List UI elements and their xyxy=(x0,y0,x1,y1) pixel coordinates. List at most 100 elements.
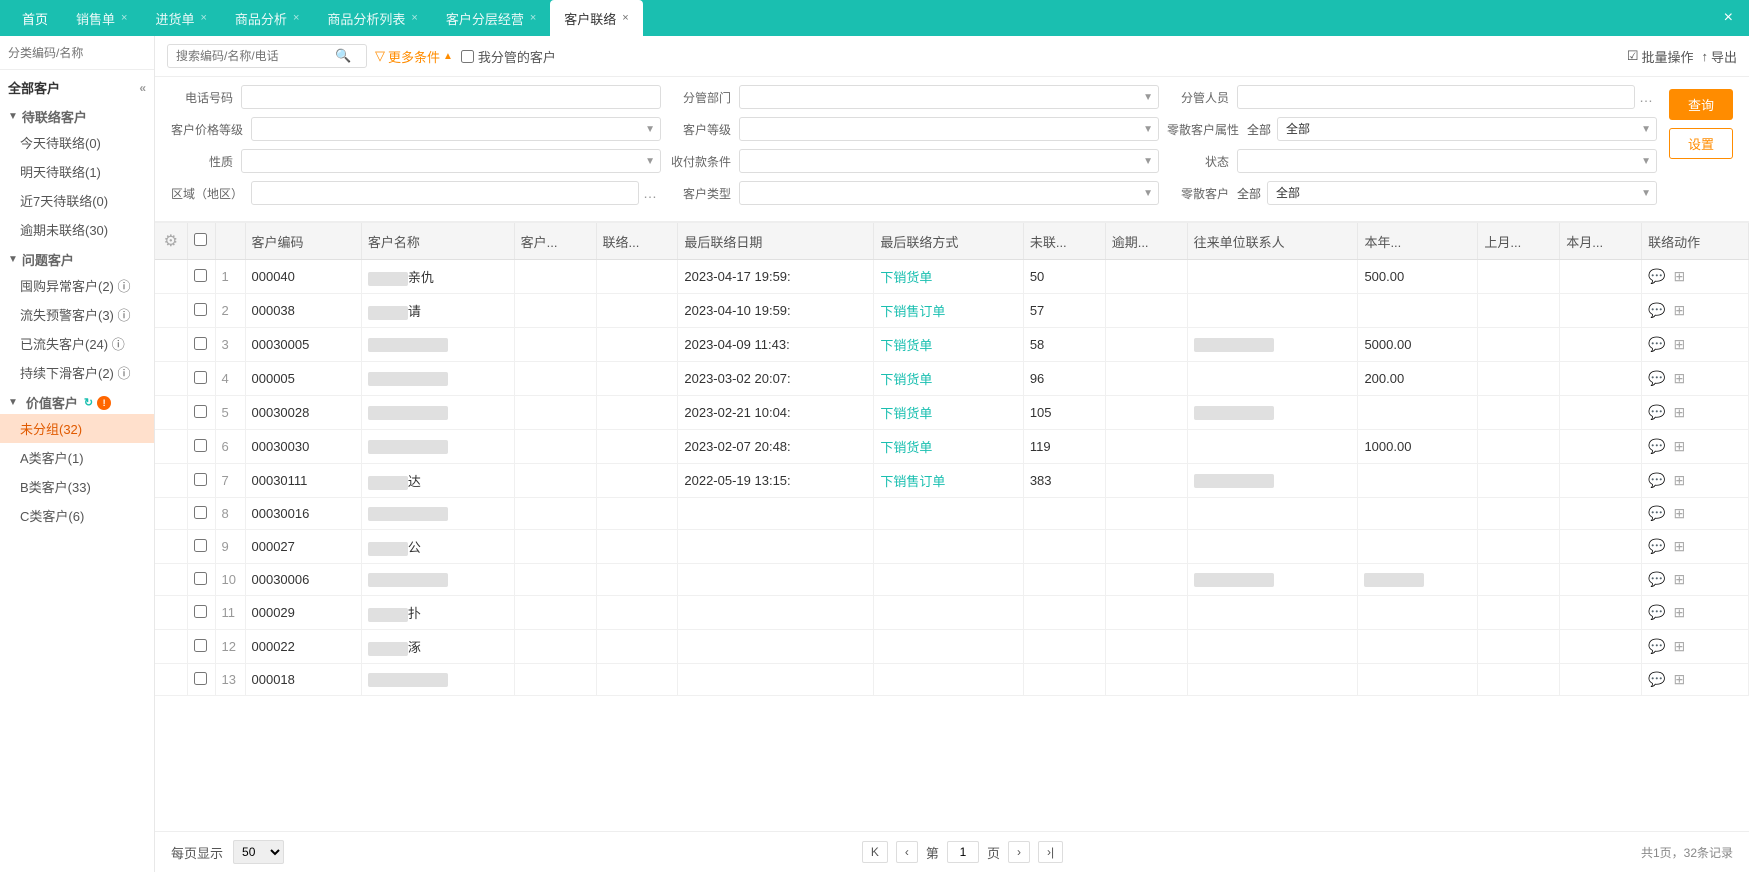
chat-icon[interactable]: 💬 xyxy=(1648,336,1665,353)
row-checkbox[interactable] xyxy=(194,539,207,552)
col-code[interactable]: 客户编码 xyxy=(245,223,361,260)
row-checkbox[interactable] xyxy=(194,473,207,486)
method-link[interactable]: 下销货单 xyxy=(880,406,932,421)
tab-customer-seg[interactable]: 客户分层经营 × xyxy=(432,0,550,36)
sidebar-item-ungroup[interactable]: 未分组(32) xyxy=(0,414,154,443)
retail-cust-select[interactable]: 全部 xyxy=(1267,181,1657,205)
grid-icon[interactable]: ⊞ xyxy=(1674,671,1686,688)
method-link[interactable]: 下销货单 xyxy=(880,372,932,387)
per-page-select[interactable]: 50 100 200 xyxy=(233,840,284,864)
chat-icon[interactable]: 💬 xyxy=(1648,268,1665,285)
tab-purchase[interactable]: 进货单 × xyxy=(141,0,220,36)
chat-icon[interactable]: 💬 xyxy=(1648,638,1665,655)
last-page-btn[interactable]: ›| xyxy=(1038,841,1063,863)
col-last-method[interactable]: 最后联络方式 xyxy=(874,223,1024,260)
sidebar-item-declining[interactable]: 持续下滑客户(2) ⓘ xyxy=(0,358,154,387)
gear-icon[interactable]: ⚙ xyxy=(164,233,178,250)
sidebar-item-today[interactable]: 今天待联络(0) xyxy=(0,128,154,157)
method-link[interactable]: 下销货单 xyxy=(880,440,932,455)
home-tab[interactable]: 首页 xyxy=(8,0,62,36)
grid-icon[interactable]: ⊞ xyxy=(1674,472,1686,489)
tab-sales[interactable]: 销售单 × xyxy=(62,0,141,36)
price-level-select[interactable] xyxy=(251,117,661,141)
col-contact[interactable]: 联络... xyxy=(596,223,678,260)
close-customer-seg-icon[interactable]: × xyxy=(530,12,536,24)
more-conditions-btn[interactable]: ▽ 更多条件 ▲ xyxy=(375,47,453,66)
grid-icon[interactable]: ⊞ xyxy=(1674,370,1686,387)
col-cust-type[interactable]: 客户... xyxy=(514,223,596,260)
first-page-btn[interactable]: K xyxy=(862,841,888,863)
sidebar-item-tomorrow[interactable]: 明天待联络(1) xyxy=(0,157,154,186)
close-customer-contact-icon[interactable]: × xyxy=(622,12,628,24)
close-product-analysis-icon[interactable]: × xyxy=(293,12,299,24)
sidebar-item-overdue[interactable]: 逾期未联络(30) xyxy=(0,215,154,244)
col-no-contact[interactable]: 未联... xyxy=(1023,223,1105,260)
grid-icon[interactable]: ⊞ xyxy=(1674,538,1686,555)
next-page-btn[interactable]: › xyxy=(1008,841,1030,863)
col-this-month[interactable]: 本月... xyxy=(1560,223,1642,260)
tab-customer-contact[interactable]: 客户联络 × xyxy=(550,0,642,36)
chat-icon[interactable]: 💬 xyxy=(1648,571,1665,588)
all-customers-header[interactable]: 全部客户 « xyxy=(0,70,154,101)
grid-icon[interactable]: ⊞ xyxy=(1674,404,1686,421)
my-customers-checkbox-label[interactable]: 我分管的客户 xyxy=(461,47,556,66)
chat-icon[interactable]: 💬 xyxy=(1648,302,1665,319)
chat-icon[interactable]: 💬 xyxy=(1648,438,1665,455)
method-link[interactable]: 下销货单 xyxy=(880,270,932,285)
person-dots[interactable]: … xyxy=(1635,89,1657,105)
close-product-analysis-list-icon[interactable]: × xyxy=(411,12,417,24)
method-link[interactable]: 下销售订单 xyxy=(880,304,945,319)
col-unit-contact[interactable]: 往来单位联系人 xyxy=(1187,223,1358,260)
row-checkbox[interactable] xyxy=(194,371,207,384)
my-customers-checkbox[interactable] xyxy=(461,50,474,63)
retail-attr-select[interactable]: 全部 xyxy=(1277,117,1657,141)
value-customer-group[interactable]: ▼ 价值客户 ↻ ! xyxy=(0,387,154,414)
cust-level-select[interactable] xyxy=(739,117,1159,141)
payment-select[interactable] xyxy=(739,149,1159,173)
problem-customer-group[interactable]: ▼ 问题客户 xyxy=(0,244,154,271)
nature-select[interactable] xyxy=(241,149,661,173)
chat-icon[interactable]: 💬 xyxy=(1648,604,1665,621)
method-link[interactable]: 下销售订单 xyxy=(880,474,945,489)
row-checkbox[interactable] xyxy=(194,672,207,685)
region-input[interactable] xyxy=(251,181,639,205)
tab-product-analysis-list[interactable]: 商品分析列表 × xyxy=(313,0,431,36)
sidebar-item-abnormal[interactable]: 囤购异常客户(2) ⓘ xyxy=(0,271,154,300)
chat-icon[interactable]: 💬 xyxy=(1648,538,1665,555)
sidebar-item-b-class[interactable]: B类客户(33) xyxy=(0,472,154,501)
col-settings[interactable]: ⚙ xyxy=(155,223,187,260)
region-dots[interactable]: … xyxy=(639,185,661,201)
row-checkbox[interactable] xyxy=(194,439,207,452)
sidebar-item-a-class[interactable]: A类客户(1) xyxy=(0,443,154,472)
page-input[interactable] xyxy=(947,841,979,863)
query-button[interactable]: 查询 xyxy=(1669,89,1733,120)
close-sales-icon[interactable]: × xyxy=(121,12,127,24)
col-name[interactable]: 客户名称 xyxy=(361,223,514,260)
grid-icon[interactable]: ⊞ xyxy=(1674,302,1686,319)
close-all-button[interactable]: × xyxy=(1716,9,1741,27)
row-checkbox[interactable] xyxy=(194,605,207,618)
row-checkbox[interactable] xyxy=(194,572,207,585)
collapse-icon[interactable]: « xyxy=(139,81,146,95)
export-btn[interactable]: ↑ 导出 xyxy=(1701,47,1737,66)
row-checkbox[interactable] xyxy=(194,405,207,418)
chat-icon[interactable]: 💬 xyxy=(1648,370,1665,387)
dept-select[interactable] xyxy=(739,85,1159,109)
reset-button[interactable]: 设置 xyxy=(1669,128,1733,159)
row-checkbox[interactable] xyxy=(194,506,207,519)
select-all-checkbox[interactable] xyxy=(194,233,207,246)
row-checkbox[interactable] xyxy=(194,639,207,652)
sidebar-item-7days[interactable]: 近7天待联络(0) xyxy=(0,186,154,215)
row-checkbox[interactable] xyxy=(194,303,207,316)
col-overdue[interactable]: 逾期... xyxy=(1105,223,1187,260)
grid-icon[interactable]: ⊞ xyxy=(1674,336,1686,353)
search-input[interactable] xyxy=(176,49,331,63)
status-select[interactable] xyxy=(1237,149,1657,173)
phone-input[interactable] xyxy=(241,85,661,109)
sidebar-item-c-class[interactable]: C类客户(6) xyxy=(0,501,154,530)
prev-page-btn[interactable]: ‹ xyxy=(896,841,918,863)
grid-icon[interactable]: ⊞ xyxy=(1674,638,1686,655)
grid-icon[interactable]: ⊞ xyxy=(1674,604,1686,621)
person-input[interactable] xyxy=(1237,85,1635,109)
batch-operation-btn[interactable]: ☑ 批量操作 xyxy=(1627,47,1694,66)
